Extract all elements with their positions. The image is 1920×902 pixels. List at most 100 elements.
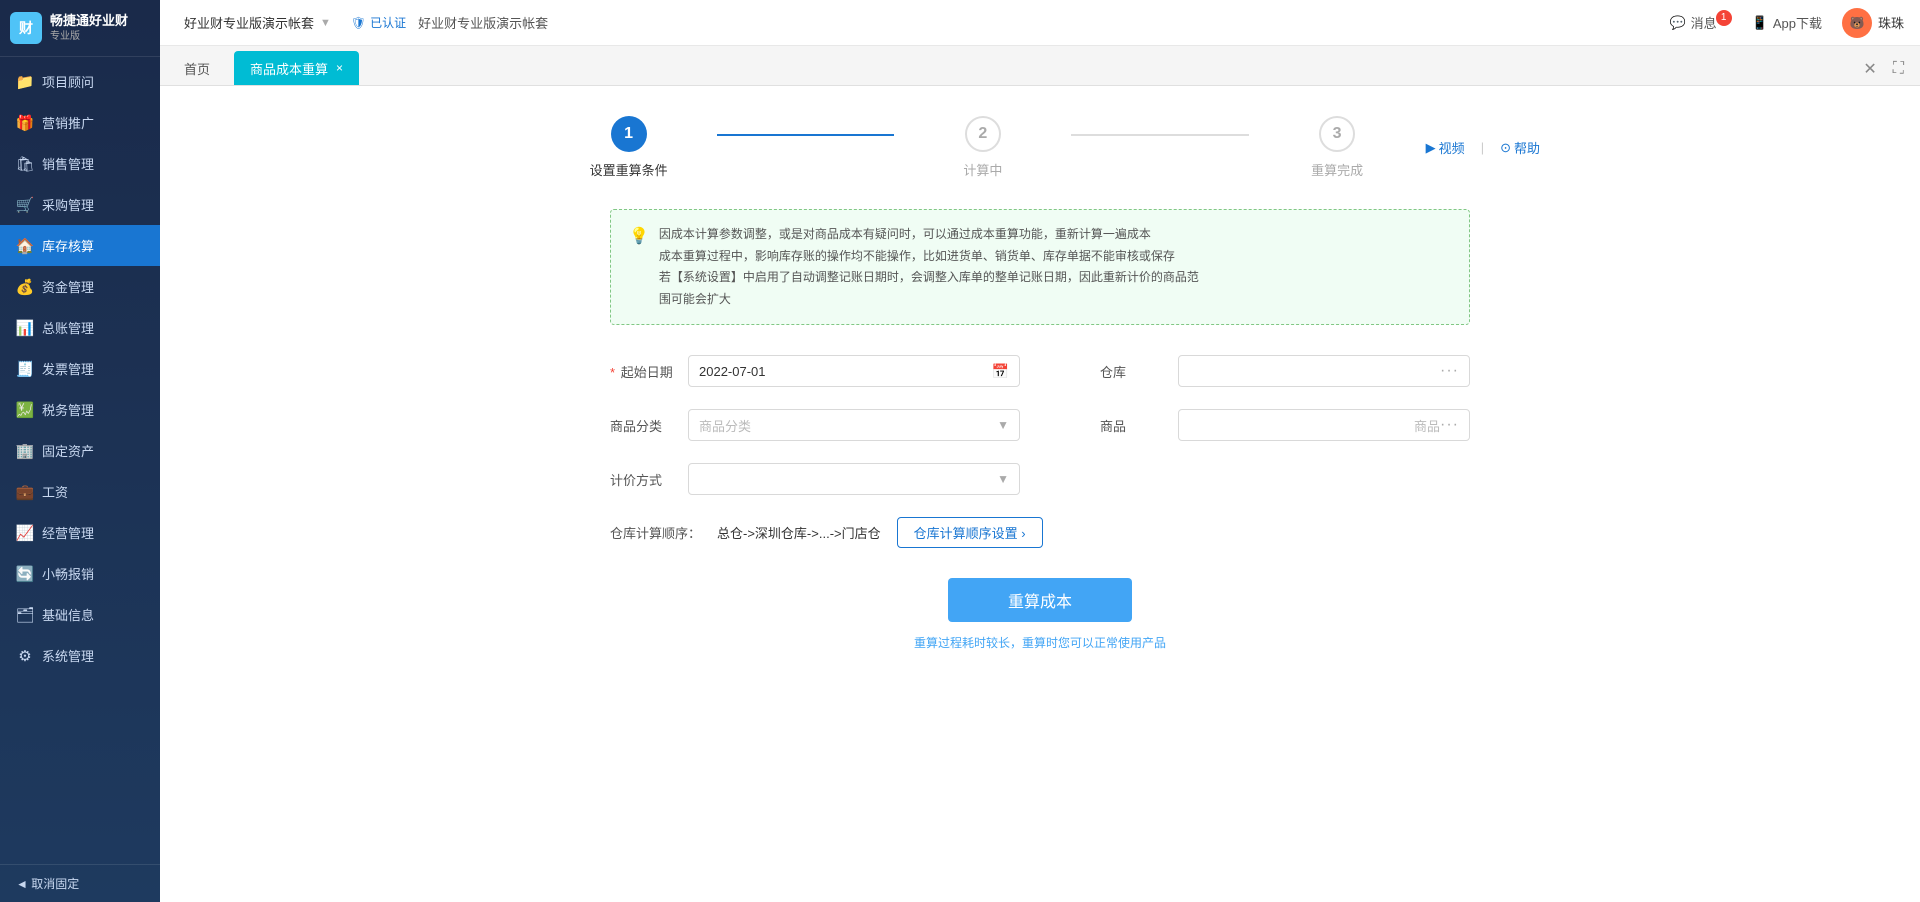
sidebar-item-tax[interactable]: 💹 税务管理 [0,389,160,430]
sidebar-item-expense[interactable]: 🔄 小畅报销 [0,553,160,594]
inventory-icon: 🏠 [16,237,34,255]
form-row-2: 商品分类 商品分类 ▼ 商品 商品 ··· [610,409,1470,441]
sidebar-label-basic: 基础信息 [42,605,94,624]
step-3: 3 重算完成 [1249,116,1426,179]
sidebar-item-system[interactable]: ⚙ 系统管理 [0,635,160,676]
goods-label: 商品 [1100,416,1170,435]
calc-order-settings-btn[interactable]: 仓库计算顺序设置 › [897,517,1043,548]
tab-bar: 首页 商品成本重算 × ✕ ⛶ [160,46,1920,86]
play-icon: ▶ [1426,140,1436,156]
main-area: 好业财专业版演示帐套 ▼ 🛡 已认证 好业财专业版演示帐套 💬 消息 1 📱 A… [160,0,1920,902]
sidebar-label-ledger: 总账管理 [42,318,94,337]
calc-order-value: 总仓->深圳仓库->...->门店仓 [717,523,881,542]
sidebar-label-sales: 销售管理 [42,154,94,173]
certified-badge: 🛡 已认证 [351,14,406,31]
header-right: 💬 消息 1 📱 App下载 🐻 珠珠 [1669,8,1904,38]
sidebar-item-purchase[interactable]: 🛒 采购管理 [0,184,160,225]
user-profile[interactable]: 🐻 珠珠 [1842,8,1904,38]
sidebar-item-invoice[interactable]: 🧾 发票管理 [0,348,160,389]
start-date-label: * 起始日期 [610,362,680,381]
sidebar-item-sales[interactable]: 🛍 销售管理 [0,143,160,184]
category-field: 商品分类 商品分类 ▼ [610,409,1020,441]
sales-icon: 🛍 [16,155,34,173]
price-method-select[interactable]: ▼ [688,463,1020,495]
tab-home[interactable]: 首页 [168,51,226,85]
step-2-label: 计算中 [963,160,1002,179]
close-window-btn[interactable]: ✕ [1859,57,1880,81]
video-help-area: ▶ 视频 | ⊙ 帮助 [1426,138,1540,157]
help-btn[interactable]: ⊙ 帮助 [1500,138,1540,157]
tab-close-icon[interactable]: × [336,61,343,75]
message-btn[interactable]: 💬 消息 1 [1669,13,1731,32]
sidebar-item-ledger[interactable]: 📊 总账管理 [0,307,160,348]
sidebar-item-project[interactable]: 📁 项目顾问 [0,61,160,102]
finance-icon: 💰 [16,278,34,296]
top-header: 好业财专业版演示帐套 ▼ 🛡 已认证 好业财专业版演示帐套 💬 消息 1 📱 A… [160,0,1920,46]
sidebar-label-project: 项目顾问 [42,72,94,91]
user-name: 珠珠 [1878,13,1904,32]
step-2-circle: 2 [965,116,1001,152]
calendar-icon: 📅 [992,363,1009,380]
step-3-label: 重算完成 [1311,160,1363,179]
sidebar-item-marketing[interactable]: 🎁 营销推广 [0,102,160,143]
sidebar-label-tax: 税务管理 [42,400,94,419]
message-icon: 💬 [1669,15,1685,31]
operation-icon: 📈 [16,524,34,542]
sidebar-label-payroll: 工资 [42,482,68,501]
tax-icon: 💹 [16,401,34,419]
expense-icon: 🔄 [16,565,34,583]
project-icon: 📁 [16,73,34,91]
sidebar-label-finance: 资金管理 [42,277,94,296]
content-area: 1 设置重算条件 2 计算中 3 重算完成 [160,86,1920,902]
goods-dots-btn: ··· [1440,416,1459,434]
start-date-input[interactable]: 2022-07-01 📅 [688,355,1020,387]
goods-field: 商品 商品 ··· [1060,409,1470,441]
sidebar-item-operation[interactable]: 📈 经营管理 [0,512,160,553]
warehouse-dots-btn: ··· [1440,362,1459,380]
sidebar-label-assets: 固定资产 [42,441,94,460]
step-connector-2 [1071,134,1248,136]
step-2: 2 计算中 [894,116,1071,179]
video-btn[interactable]: ▶ 视频 [1426,138,1465,157]
sidebar-item-basic[interactable]: 🗂 基础信息 [0,594,160,635]
recalc-cost-btn[interactable]: 重算成本 [948,578,1132,622]
user-avatar: 🐻 [1842,8,1872,38]
sidebar-item-payroll[interactable]: 💼 工资 [0,471,160,512]
edition-label: 专业版 [50,30,128,43]
sidebar-item-inventory[interactable]: 🏠 库存核算 [0,225,160,266]
sidebar-label-purchase: 采购管理 [42,195,94,214]
sidebar-item-assets[interactable]: 🏢 固定资产 [0,430,160,471]
shield-icon: 🛡 [351,16,366,30]
price-method-label: 计价方式 [610,470,680,489]
category-label: 商品分类 [610,416,680,435]
purchase-icon: 🛒 [16,196,34,214]
step-1: 1 设置重算条件 [540,116,717,179]
basic-icon: 🗂 [16,606,34,624]
app-download-btn[interactable]: 📱 App下载 [1752,13,1822,32]
expand-window-btn[interactable]: ⛶ [1889,58,1908,80]
sidebar-label-system: 系统管理 [42,646,94,665]
price-method-chevron: ▼ [997,472,1009,486]
sidebar-item-finance[interactable]: 💰 资金管理 [0,266,160,307]
warehouse-label: 仓库 [1100,362,1170,381]
question-icon: ⊙ [1500,140,1511,156]
price-method-field: 计价方式 ▼ [610,463,1020,495]
notice-text: 因成本计算参数调整，或是对商品成本有疑问时，可以通过成本重算功能，重新计算一遍成… [659,224,1199,310]
sidebar-unpin[interactable]: ◄ 取消固定 [0,864,160,902]
category-select[interactable]: 商品分类 ▼ [688,409,1020,441]
goods-placeholder: 商品 [1414,416,1440,435]
sidebar-label-inventory: 库存核算 [42,236,94,255]
form-section: * 起始日期 2022-07-01 📅 仓库 ··· [610,355,1470,651]
start-date-field: * 起始日期 2022-07-01 📅 [610,355,1020,387]
sidebar-label-marketing: 营销推广 [42,113,94,132]
warehouse-input[interactable]: ··· [1178,355,1470,387]
step-connector-1 [717,134,894,136]
system-icon: ⚙ [16,647,34,665]
account-selector-text: 好业财专业版演示帐套 [184,13,314,32]
assets-icon: 🏢 [16,442,34,460]
account-selector[interactable]: 好业财专业版演示帐套 ▼ [176,9,339,36]
goods-input[interactable]: 商品 ··· [1178,409,1470,441]
tab-cost-recalc[interactable]: 商品成本重算 × [234,51,359,85]
tab-actions: ✕ ⛶ [1859,57,1920,85]
step-1-circle: 1 [611,116,647,152]
